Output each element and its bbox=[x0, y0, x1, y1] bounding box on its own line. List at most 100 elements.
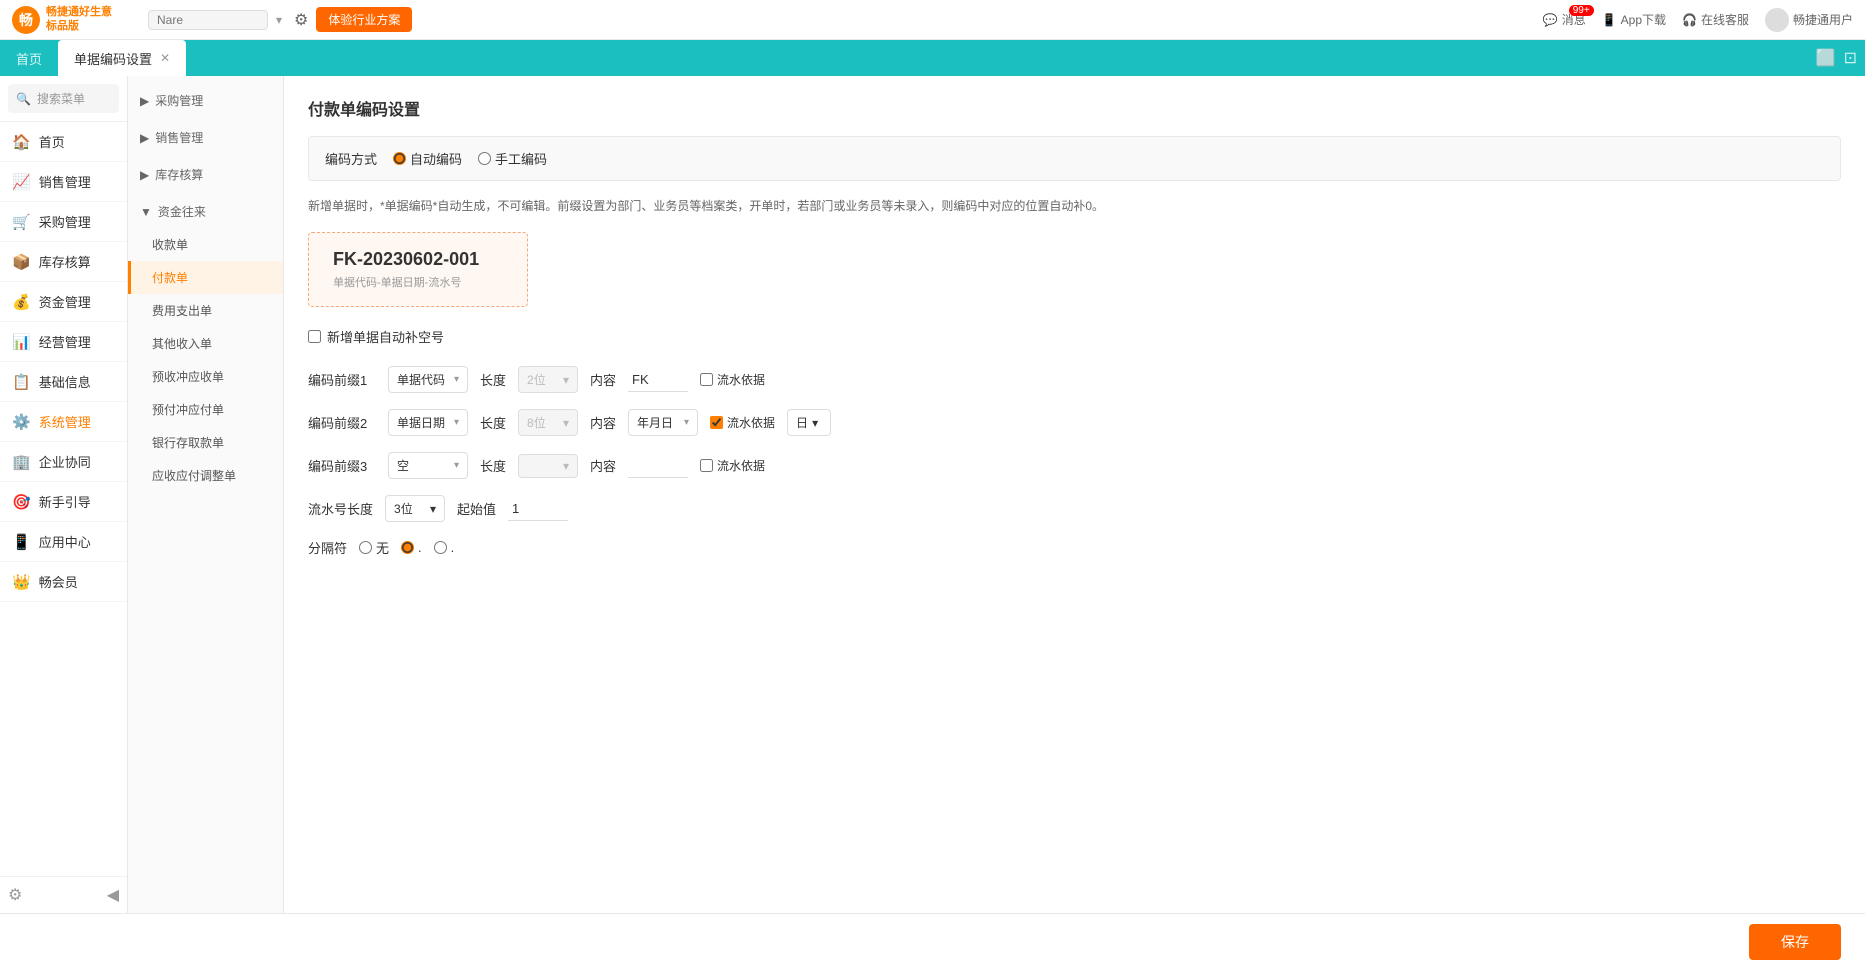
prefix2-select[interactable]: 单据日期 ▾ bbox=[388, 409, 468, 436]
day-select[interactable]: 日 ▾ bbox=[787, 409, 831, 436]
sidebar-item-sales[interactable]: 📈 销售管理 bbox=[0, 162, 127, 202]
sidebar-item-guide[interactable]: 🎯 新手引导 bbox=[0, 482, 127, 522]
sidebar-item-apps[interactable]: 📱 应用中心 bbox=[0, 522, 127, 562]
sidebar-item-system[interactable]: ⚙️ 系统管理 bbox=[0, 402, 127, 442]
secondary-item-expense[interactable]: 费用支出单 bbox=[128, 294, 283, 327]
content2-select[interactable]: 年月日 ▾ bbox=[628, 409, 698, 436]
config-row-2: 编码前缀2 单据日期 ▾ 长度 8位 ▾ 内容 年月日 ▾ 流水依据 日 ▾ bbox=[308, 409, 1841, 436]
secondary-group-purchase: ▶ 采购管理 bbox=[128, 84, 283, 117]
tab-encoding[interactable]: 单据编码设置 ✕ bbox=[58, 40, 186, 76]
guide-icon: 🎯 bbox=[12, 493, 31, 511]
prefix3-select[interactable]: 空 ▾ bbox=[388, 452, 468, 479]
secondary-group-sales: ▶ 销售管理 bbox=[128, 121, 283, 154]
auto-fill-checkbox[interactable] bbox=[308, 330, 321, 343]
day-arrow-icon: ▾ bbox=[812, 416, 818, 430]
secondary-group-inventory-header[interactable]: ▶ 库存核算 bbox=[128, 158, 283, 191]
code-preview-main: FK-20230602-001 bbox=[333, 249, 503, 270]
config-row-3: 编码前缀3 空 ▾ 长度 ▾ 内容 流水依据 bbox=[308, 452, 1841, 479]
dropdown-arrow-icon[interactable]: ▾ bbox=[276, 13, 282, 27]
encoding-method-section: 编码方式 自动编码 手工编码 bbox=[308, 136, 1841, 181]
length1-select[interactable]: 2位 ▾ bbox=[518, 366, 578, 393]
settings-icon[interactable]: ⚙ bbox=[294, 10, 308, 30]
encoding-method-label: 编码方式 bbox=[325, 149, 377, 168]
secondary-item-income[interactable]: 其他收入单 bbox=[128, 327, 283, 360]
code-preview-box: FK-20230602-001 单据代码-单据日期-流水号 bbox=[308, 232, 528, 307]
serial-length-label: 流水号长度 bbox=[308, 499, 373, 518]
sep-none-option[interactable]: 无 bbox=[359, 538, 389, 557]
manual-encoding-radio[interactable] bbox=[478, 152, 491, 165]
app-download-tool[interactable]: 📱 App下载 bbox=[1602, 11, 1666, 28]
length2-select[interactable]: 8位 ▾ bbox=[518, 409, 578, 436]
auto-encoding-option[interactable]: 自动编码 bbox=[393, 149, 462, 168]
sidebar-item-home[interactable]: 🏠 首页 bbox=[0, 122, 127, 162]
secondary-group-capital-header[interactable]: ▼ 资金往来 bbox=[128, 195, 283, 228]
sep-dot2-option[interactable]: . bbox=[434, 540, 455, 555]
message-icon: 💬 bbox=[1543, 13, 1558, 27]
sidebar-item-member[interactable]: 👑 畅会员 bbox=[0, 562, 127, 602]
code-preview-sub: 单据代码-单据日期-流水号 bbox=[333, 274, 503, 290]
settings-bottom-icon[interactable]: ⚙ bbox=[8, 885, 22, 905]
collapse-icon[interactable]: ◀ bbox=[107, 885, 119, 905]
page-title: 付款单编码设置 bbox=[308, 96, 1841, 120]
right-tools: 💬 消息 99+ 📱 App下载 🎧 在线客服 畅捷通用户 bbox=[1543, 8, 1853, 32]
secondary-item-bank[interactable]: 银行存取款单 bbox=[128, 426, 283, 459]
auto-encoding-radio[interactable] bbox=[393, 152, 406, 165]
serial-length-select[interactable]: 3位 ▾ bbox=[385, 495, 445, 522]
stream1-checkbox[interactable] bbox=[700, 373, 713, 386]
secondary-group-purchase-header[interactable]: ▶ 采购管理 bbox=[128, 84, 283, 117]
online-service-tool[interactable]: 🎧 在线客服 bbox=[1682, 11, 1749, 28]
content3-input[interactable] bbox=[628, 454, 688, 478]
sidebar-item-operations[interactable]: 📊 经营管理 bbox=[0, 322, 127, 362]
sep-dot2-radio[interactable] bbox=[434, 541, 447, 554]
breadcrumb-input[interactable] bbox=[148, 10, 268, 30]
sidebar-item-enterprise[interactable]: 🏢 企业协同 bbox=[0, 442, 127, 482]
sidebar-item-base[interactable]: 📋 基础信息 bbox=[0, 362, 127, 402]
length3-arrow-icon: ▾ bbox=[563, 459, 569, 473]
prefix3-arrow-icon: ▾ bbox=[454, 460, 459, 471]
secondary-group-sales-header[interactable]: ▶ 销售管理 bbox=[128, 121, 283, 154]
sidebar-bottom: ⚙ ◀ bbox=[0, 876, 127, 913]
description-text: 新增单据时，*单据编码*自动生成，不可编辑。前缀设置为部门、业务员等档案类，开单… bbox=[308, 197, 1841, 216]
secondary-item-advance-receipt[interactable]: 预收冲应收单 bbox=[128, 360, 283, 393]
prefix1-select[interactable]: 单据代码 ▾ bbox=[388, 366, 468, 393]
chevron-right-icon3: ▶ bbox=[140, 168, 149, 182]
sep-none-radio[interactable] bbox=[359, 541, 372, 554]
content1-input[interactable] bbox=[628, 368, 688, 392]
sidebar-item-inventory[interactable]: 📦 库存核算 bbox=[0, 242, 127, 282]
start-value-input[interactable] bbox=[508, 497, 568, 521]
stream3-check: 流水依据 bbox=[700, 457, 765, 474]
sidebar-item-purchase[interactable]: 🛒 采购管理 bbox=[0, 202, 127, 242]
sidebar-search-button[interactable]: 🔍 搜索菜单 bbox=[8, 84, 119, 113]
save-button[interactable]: 保存 bbox=[1749, 924, 1841, 960]
secondary-item-receipt[interactable]: 收款单 bbox=[128, 228, 283, 261]
system-icon: ⚙️ bbox=[12, 413, 31, 431]
sep-dot-radio[interactable] bbox=[401, 541, 414, 554]
length2-label: 长度 bbox=[480, 413, 506, 432]
trial-button[interactable]: 体验行业方案 bbox=[316, 7, 412, 32]
manual-encoding-option[interactable]: 手工编码 bbox=[478, 149, 547, 168]
stream2-checkbox[interactable] bbox=[710, 416, 723, 429]
sep-dot-option[interactable]: . bbox=[401, 540, 422, 555]
length3-select[interactable]: ▾ bbox=[518, 454, 578, 478]
secondary-item-advance-payment[interactable]: 预付冲应付单 bbox=[128, 393, 283, 426]
tab-expand-icon[interactable]: ⊡ bbox=[1844, 48, 1857, 68]
mobile-icon: 📱 bbox=[1602, 13, 1617, 27]
secondary-item-payment[interactable]: 付款单 bbox=[128, 261, 283, 294]
sidebar-item-finance[interactable]: 💰 资金管理 bbox=[0, 282, 127, 322]
tab-home[interactable]: 首页 bbox=[0, 40, 58, 76]
content-area: 付款单编码设置 编码方式 自动编码 手工编码 新增单据时，*单据编码*自动生成，… bbox=[284, 76, 1865, 913]
tab-bar-right: ⬜ ⊡ bbox=[1816, 48, 1865, 68]
secondary-item-adjust[interactable]: 应收应付调整单 bbox=[128, 459, 283, 492]
prefix2-arrow-icon: ▾ bbox=[454, 417, 459, 428]
user-area[interactable]: 畅捷通用户 bbox=[1765, 8, 1853, 32]
member-icon: 👑 bbox=[12, 573, 31, 591]
tab-minimize-icon[interactable]: ⬜ bbox=[1816, 48, 1836, 68]
logo-text: 畅捷通好生意 标品版 bbox=[46, 6, 112, 32]
tab-close-icon[interactable]: ✕ bbox=[160, 51, 170, 65]
home-icon: 🏠 bbox=[12, 133, 31, 151]
stream3-checkbox[interactable] bbox=[700, 459, 713, 472]
length1-label: 长度 bbox=[480, 370, 506, 389]
message-tool[interactable]: 💬 消息 99+ bbox=[1543, 11, 1586, 28]
chevron-down-icon: ▼ bbox=[140, 205, 152, 219]
serial-row: 流水号长度 3位 ▾ 起始值 bbox=[308, 495, 1841, 522]
